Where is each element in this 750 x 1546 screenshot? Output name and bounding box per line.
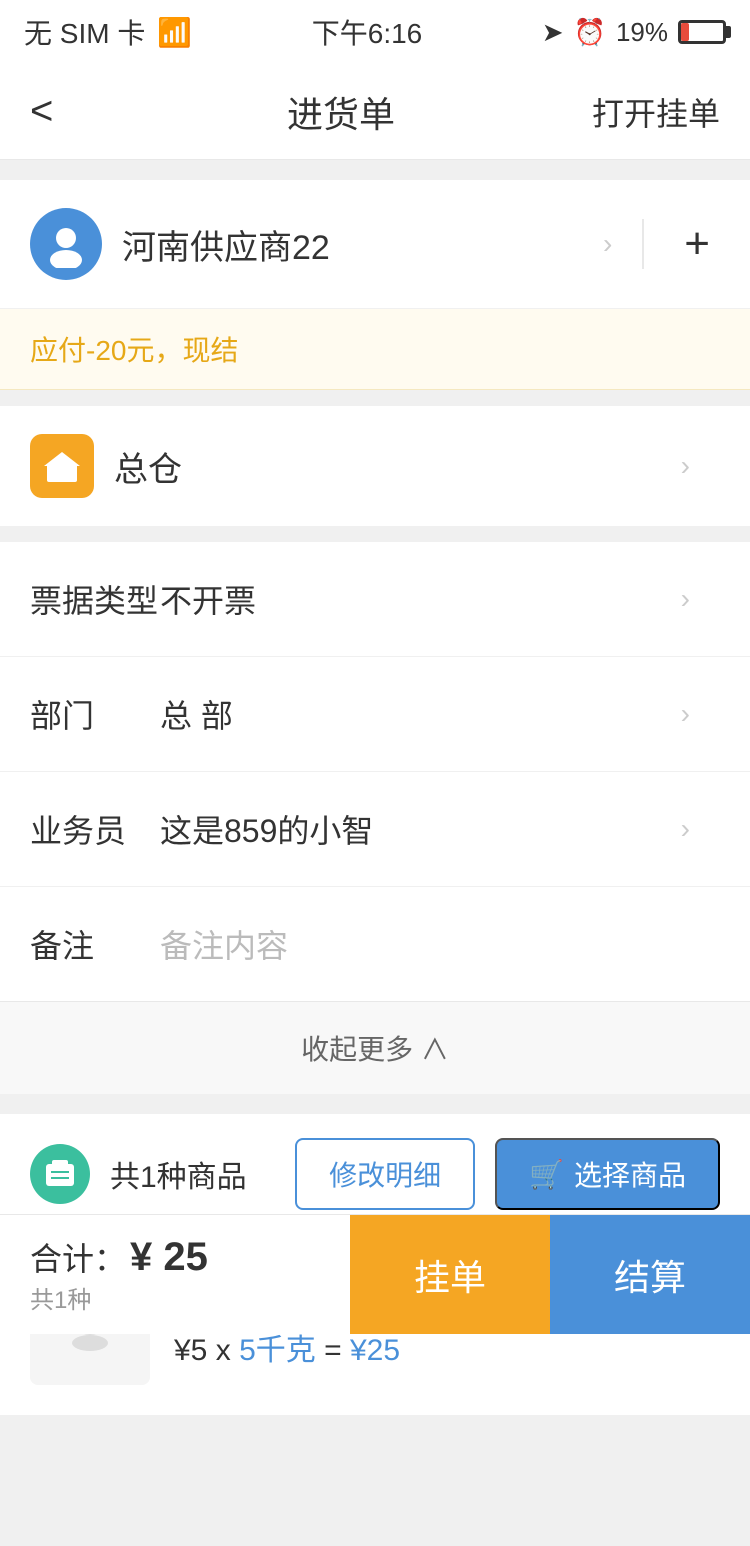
status-right: ➤ ⏰ 19%: [542, 17, 726, 48]
select-product-button[interactable]: 🛒 选择商品: [495, 1138, 720, 1210]
salesman-label: 业务员: [30, 806, 160, 852]
battery-percent: 19%: [616, 17, 668, 48]
collapse-button[interactable]: 收起更多 ∧: [0, 1001, 750, 1094]
department-value: 总 部: [160, 691, 681, 737]
supplier-divider: [642, 219, 644, 269]
supplier-chevron-icon: ›: [603, 228, 612, 260]
status-bar: 无 SIM 卡 📶 下午6:16 ➤ ⏰ 19%: [0, 0, 750, 64]
section-gap-1: [0, 160, 750, 180]
checkout-button[interactable]: 结算: [550, 1215, 750, 1334]
equals-symbol: =: [324, 1334, 350, 1367]
product-unit-price: ¥5: [174, 1334, 207, 1367]
department-chevron-icon: ›: [681, 698, 690, 730]
department-label: 部门: [30, 691, 160, 737]
total-label: 合计：: [30, 1234, 126, 1280]
supplier-row[interactable]: 河南供应商22 › +: [0, 180, 750, 309]
select-icon: 🛒: [529, 1158, 564, 1191]
warehouse-row[interactable]: 总仓 ›: [0, 406, 750, 526]
product-icon: [30, 1144, 90, 1204]
salesman-chevron-icon: ›: [681, 813, 690, 845]
bottom-bar: 合计： ¥ 25 共1种 挂单 结算: [0, 1214, 750, 1334]
edit-detail-button[interactable]: 修改明细: [295, 1138, 475, 1210]
open-hang-button[interactable]: 打开挂单: [592, 89, 720, 135]
form-section: 票据类型 不开票 › 部门 总 部 › 业务员 这是859的小智 › 备注 备注…: [0, 542, 750, 1001]
warehouse-chevron-icon: ›: [681, 450, 690, 482]
multiply-symbol: x: [216, 1334, 239, 1367]
notice-text: 应付-20元，现结: [30, 335, 238, 366]
supplier-name: 河南供应商22: [122, 220, 330, 269]
battery-indicator: [678, 20, 726, 44]
total-amount: ¥ 25: [130, 1235, 208, 1280]
invoice-label: 票据类型: [30, 576, 160, 622]
remarks-row[interactable]: 备注 备注内容: [0, 886, 750, 1001]
small-gap-1: [0, 390, 750, 406]
checkout-label: 结算: [614, 1249, 686, 1301]
notice-bar: 应付-20元，现结: [0, 309, 750, 390]
alarm-icon: ⏰: [574, 17, 606, 48]
location-icon: ➤: [542, 17, 564, 48]
wifi-icon: 📶: [157, 16, 192, 49]
select-label: 选择商品: [574, 1154, 686, 1194]
add-supplier-button[interactable]: +: [674, 219, 720, 269]
invoice-row[interactable]: 票据类型 不开票 ›: [0, 542, 750, 656]
product-total: ¥25: [350, 1334, 400, 1367]
salesman-row[interactable]: 业务员 这是859的小智 ›: [0, 771, 750, 886]
battery-fill: [681, 23, 689, 41]
total-section: 合计： ¥ 25 共1种: [0, 1215, 350, 1334]
supplier-avatar: [30, 208, 102, 280]
salesman-value: 这是859的小智: [160, 806, 681, 852]
hang-label: 挂单: [414, 1249, 486, 1301]
page-title: 进货单: [287, 86, 395, 138]
warehouse-name: 总仓: [114, 442, 681, 491]
status-left: 无 SIM 卡 📶: [24, 12, 192, 52]
remarks-label: 备注: [30, 921, 160, 967]
nav-bar: < 进货单 打开挂单: [0, 64, 750, 160]
avatar-icon: [42, 220, 90, 268]
back-button[interactable]: <: [30, 89, 90, 134]
small-gap-2: [0, 526, 750, 542]
total-count: 共1种: [30, 1280, 320, 1315]
product-count: 共1种商品: [110, 1152, 275, 1196]
remarks-placeholder: 备注内容: [160, 921, 720, 967]
product-quantity: 5千克: [239, 1334, 316, 1367]
bottom-spacer: [0, 1416, 750, 1546]
collapse-label: 收起更多 ∧: [301, 1034, 449, 1065]
department-row[interactable]: 部门 总 部 ›: [0, 656, 750, 771]
supplier-left: 河南供应商22: [30, 208, 603, 280]
carrier-text: 无 SIM 卡: [24, 12, 145, 52]
warehouse-icon: [30, 434, 94, 498]
status-time: 下午6:16: [312, 12, 423, 52]
invoice-value: 不开票: [160, 576, 681, 622]
invoice-chevron-icon: ›: [681, 583, 690, 615]
hang-button[interactable]: 挂单: [350, 1215, 550, 1334]
